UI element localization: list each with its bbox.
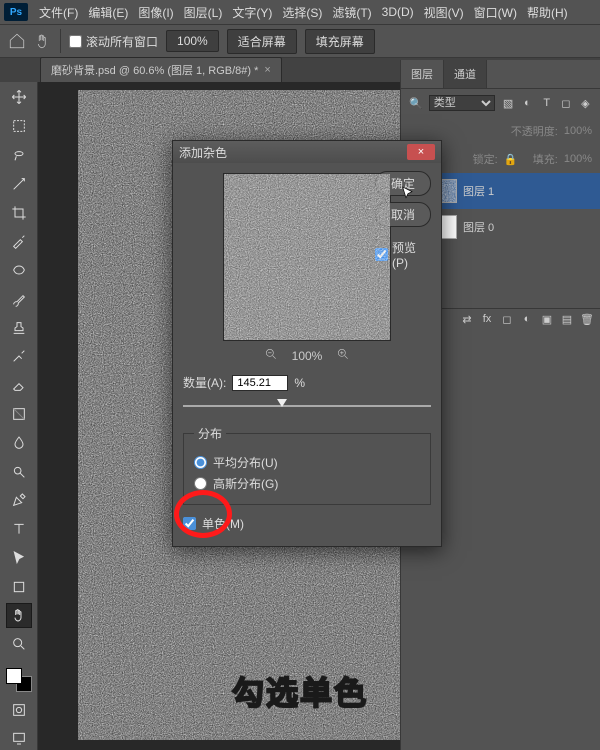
menu-help[interactable]: 帮助(H) bbox=[522, 2, 573, 23]
lock-all-icon[interactable]: 🔒 bbox=[504, 152, 518, 166]
dialog-title: 添加杂色 bbox=[179, 144, 227, 161]
amount-label: 数量(A): bbox=[183, 374, 226, 391]
toolbox bbox=[0, 82, 38, 750]
menu-view[interactable]: 视图(V) bbox=[419, 2, 469, 23]
fill-screen-button[interactable]: 填充屏幕 bbox=[305, 29, 375, 54]
document-tab-title: 磨砂背景.psd @ 60.6% (图层 1, RGB/8#) * bbox=[51, 62, 258, 78]
mask-icon[interactable]: ◻ bbox=[500, 312, 514, 326]
dialog-close-button[interactable]: × bbox=[407, 144, 435, 160]
path-select-tool-icon[interactable] bbox=[7, 547, 31, 570]
lock-label: 锁定: bbox=[473, 151, 498, 167]
zoom-tool-icon[interactable] bbox=[7, 633, 31, 656]
dialog-titlebar[interactable]: 添加杂色 × bbox=[173, 141, 441, 163]
filter-shape-icon[interactable]: ◻ bbox=[559, 96, 572, 110]
menu-select[interactable]: 选择(S) bbox=[277, 2, 327, 23]
layer-kind-select[interactable]: 类型 bbox=[429, 95, 496, 111]
eyedropper-tool-icon[interactable] bbox=[7, 230, 31, 253]
filter-pixel-icon[interactable]: ▧ bbox=[501, 96, 514, 110]
amount-slider[interactable] bbox=[183, 397, 431, 415]
patch-tool-icon[interactable] bbox=[7, 259, 31, 282]
zoom-out-icon[interactable] bbox=[264, 347, 278, 364]
distribution-legend: 分布 bbox=[194, 425, 226, 442]
filter-adjust-icon[interactable]: ◐ bbox=[521, 96, 534, 110]
zoom-in-icon[interactable] bbox=[336, 347, 350, 364]
stamp-tool-icon[interactable] bbox=[7, 316, 31, 339]
amount-input[interactable] bbox=[232, 375, 288, 391]
gradient-tool-icon[interactable] bbox=[7, 403, 31, 426]
add-noise-dialog: 添加杂色 × 确定 取消 预览(P) 100% 数量(A): % 分布 平均分布… bbox=[172, 140, 442, 547]
opacity-label: 不透明度: bbox=[511, 123, 558, 139]
marquee-tool-icon[interactable] bbox=[7, 115, 31, 138]
fx-icon[interactable]: fx bbox=[480, 312, 494, 326]
options-bar: 滚动所有窗口 100% 适合屏幕 填充屏幕 bbox=[0, 24, 600, 58]
distribution-group: 分布 平均分布(U) 高斯分布(G) bbox=[183, 425, 431, 505]
hand-tool-preset-icon[interactable] bbox=[34, 32, 52, 50]
menu-filter[interactable]: 滤镜(T) bbox=[327, 2, 376, 23]
gaussian-radio[interactable]: 高斯分布(G) bbox=[194, 475, 420, 492]
separator bbox=[60, 29, 61, 53]
wand-tool-icon[interactable] bbox=[7, 172, 31, 195]
fit-screen-button[interactable]: 适合屏幕 bbox=[227, 29, 297, 54]
shape-tool-icon[interactable] bbox=[7, 575, 31, 598]
amount-unit: % bbox=[294, 376, 305, 390]
menu-window[interactable]: 窗口(W) bbox=[469, 2, 522, 23]
new-layer-icon[interactable]: ▤ bbox=[560, 312, 574, 326]
menu-3d[interactable]: 3D(D) bbox=[377, 3, 419, 21]
preview-label: 预览(P) bbox=[392, 239, 431, 270]
menu-image[interactable]: 图像(I) bbox=[133, 2, 178, 23]
move-tool-icon[interactable] bbox=[7, 86, 31, 109]
document-tab-close-icon[interactable]: × bbox=[264, 64, 270, 76]
ps-logo: Ps bbox=[4, 3, 28, 21]
panel-tab-layers[interactable]: 图层 bbox=[401, 60, 444, 88]
delete-layer-icon[interactable]: 🗑 bbox=[580, 312, 594, 326]
noise-preview[interactable] bbox=[223, 173, 391, 341]
color-swatch[interactable] bbox=[6, 668, 32, 693]
uniform-radio[interactable]: 平均分布(U) bbox=[194, 454, 420, 471]
hand-tool-icon[interactable] bbox=[7, 604, 31, 627]
adjust-icon[interactable]: ◐ bbox=[520, 312, 534, 326]
monochrome-checkbox[interactable]: 单色(M) bbox=[183, 515, 431, 532]
menu-file[interactable]: 文件(F) bbox=[34, 2, 83, 23]
crop-tool-icon[interactable] bbox=[7, 201, 31, 224]
filter-type-icon[interactable]: T bbox=[540, 96, 553, 110]
monochrome-label: 单色(M) bbox=[202, 515, 244, 532]
zoom-value: 100% bbox=[292, 349, 323, 363]
layer-name[interactable]: 图层 0 bbox=[463, 219, 494, 235]
fill-value[interactable]: 100% bbox=[564, 153, 592, 165]
layer-name[interactable]: 图层 1 bbox=[463, 183, 494, 199]
menu-edit[interactable]: 编辑(E) bbox=[83, 2, 133, 23]
screenmode-icon[interactable] bbox=[7, 727, 31, 750]
menu-layer[interactable]: 图层(L) bbox=[179, 2, 228, 23]
type-tool-icon[interactable] bbox=[7, 518, 31, 541]
panel-tab-channels[interactable]: 通道 bbox=[444, 60, 487, 88]
history-brush-tool-icon[interactable] bbox=[7, 345, 31, 368]
opacity-value[interactable]: 100% bbox=[564, 125, 592, 137]
home-icon[interactable] bbox=[8, 32, 26, 50]
document-tab[interactable]: 磨砂背景.psd @ 60.6% (图层 1, RGB/8#) * × bbox=[40, 57, 282, 82]
filter-smart-icon[interactable]: ◈ bbox=[579, 96, 592, 110]
scroll-all-windows-checkbox[interactable]: 滚动所有窗口 bbox=[69, 33, 158, 50]
link-layers-icon[interactable]: ⇄ bbox=[460, 312, 474, 326]
brush-tool-icon[interactable] bbox=[7, 287, 31, 310]
menu-bar: Ps 文件(F) 编辑(E) 图像(I) 图层(L) 文字(Y) 选择(S) 滤… bbox=[0, 0, 600, 24]
zoom-100-button[interactable]: 100% bbox=[166, 30, 219, 52]
fill-label: 填充: bbox=[533, 151, 558, 167]
blur-tool-icon[interactable] bbox=[7, 431, 31, 454]
dodge-tool-icon[interactable] bbox=[7, 460, 31, 483]
quickmask-icon[interactable] bbox=[7, 698, 31, 721]
group-icon[interactable]: ▣ bbox=[540, 312, 554, 326]
pen-tool-icon[interactable] bbox=[7, 489, 31, 512]
menu-type[interactable]: 文字(Y) bbox=[227, 2, 277, 23]
scroll-all-windows-label: 滚动所有窗口 bbox=[86, 33, 158, 50]
lasso-tool-icon[interactable] bbox=[7, 144, 31, 167]
eraser-tool-icon[interactable] bbox=[7, 374, 31, 397]
